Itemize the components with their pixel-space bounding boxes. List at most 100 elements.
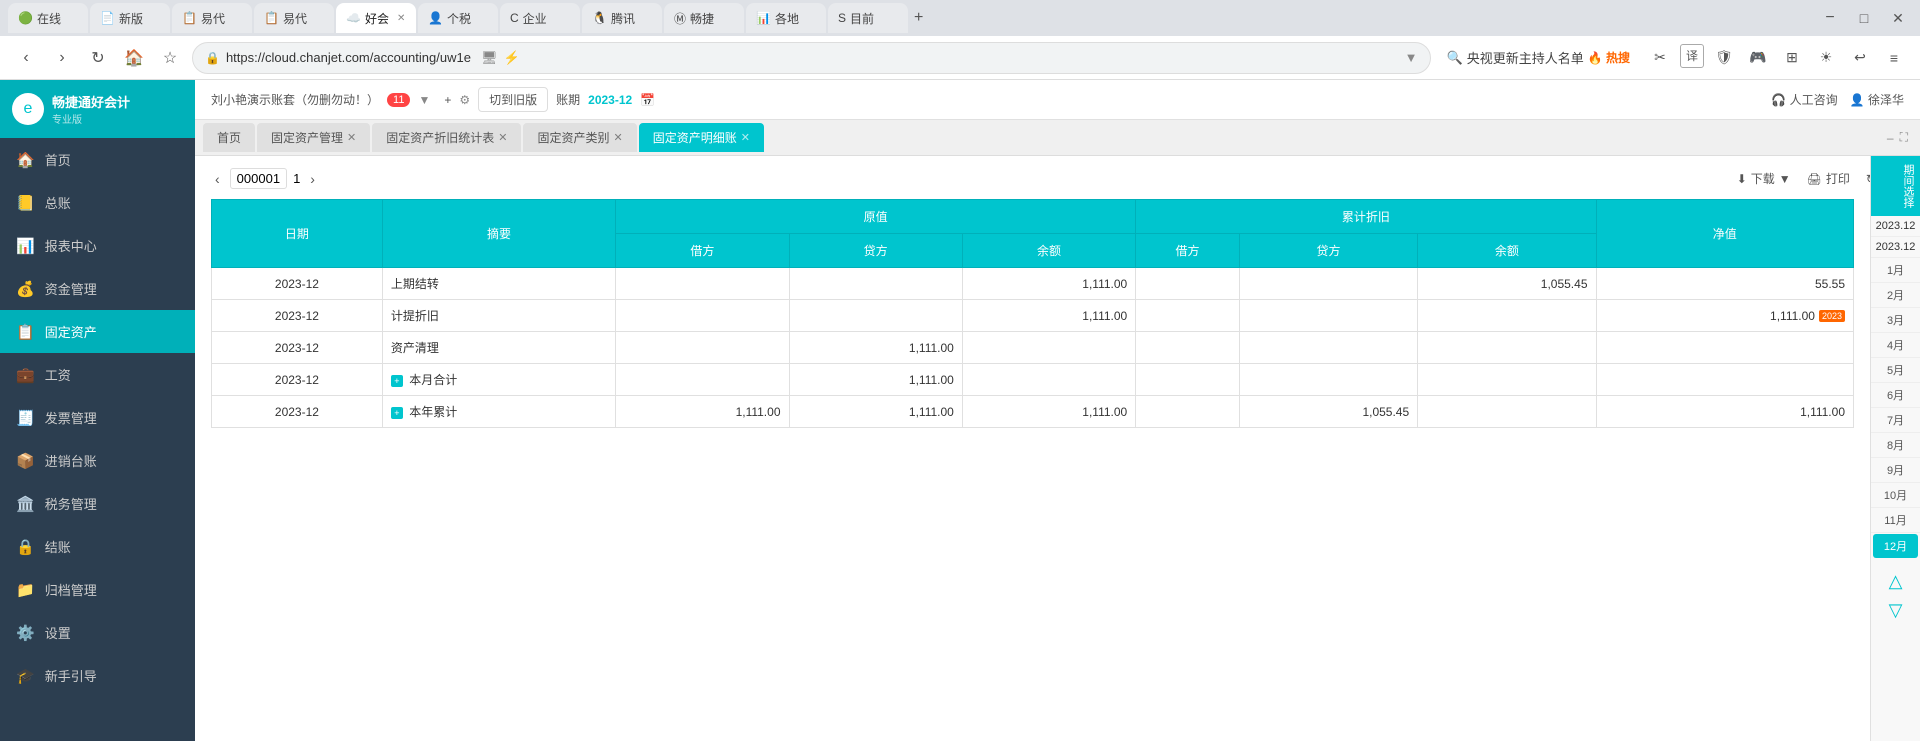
page-tab-category-close[interactable]: ✕: [614, 131, 623, 144]
period-month-1[interactable]: 1月: [1871, 258, 1920, 283]
tab-changjie[interactable]: Ⓜ 畅捷: [664, 3, 744, 33]
search-text: 央视更新主持人名单: [1467, 48, 1584, 67]
period-month-12-active[interactable]: 12月: [1873, 534, 1918, 558]
sidebar-item-tax[interactable]: 🏛️ 税务管理: [0, 482, 195, 525]
cell-orig-credit-5: 1,111.00: [789, 396, 962, 428]
tab-zaixin[interactable]: 🟢 在线: [8, 3, 88, 33]
sidebar-item-ledger[interactable]: 📒 总账: [0, 181, 195, 224]
period-2023-12-second[interactable]: 2023.12: [1871, 237, 1920, 258]
sidebar-item-close-accounts[interactable]: 🔒 结账: [0, 525, 195, 568]
row-icon-5: +: [391, 407, 403, 419]
tab-xinban[interactable]: 📄 新版: [90, 3, 170, 33]
settings-small-icon[interactable]: ⚙: [459, 93, 470, 107]
period-month-9[interactable]: 9月: [1871, 458, 1920, 483]
period-month-11[interactable]: 11月: [1871, 508, 1920, 533]
page-tab-depreciation-stats[interactable]: 固定资产折旧统计表 ✕: [372, 123, 521, 152]
back-button[interactable]: ‹: [12, 44, 40, 72]
prev-page-button[interactable]: ‹: [211, 169, 224, 189]
maximize-button[interactable]: □: [1850, 4, 1878, 32]
tab-yidai1[interactable]: 📋 易代: [172, 3, 252, 33]
notification-badge[interactable]: 11: [387, 93, 410, 107]
page-tab-ledger-close[interactable]: ✕: [741, 131, 750, 144]
tab-gedi[interactable]: 📊 各地: [746, 3, 826, 33]
period-month-10[interactable]: 10月: [1871, 483, 1920, 508]
home-button[interactable]: 🏠: [120, 44, 148, 72]
sidebar-item-home[interactable]: 🏠 首页: [0, 138, 195, 181]
sidebar-nav: 🏠 首页 📒 总账 📊 报表中心 💰 资金管理 📋 固定资产 💼 工资: [0, 138, 195, 741]
tab-qiye[interactable]: C 企业: [500, 3, 580, 33]
dropdown-arrow[interactable]: ▼: [418, 93, 430, 107]
page-tab-home[interactable]: 首页: [203, 123, 255, 152]
period-2023-12-top[interactable]: 2023.12: [1871, 216, 1920, 237]
tab-haohui[interactable]: ☁️ 好会 ✕: [336, 3, 416, 33]
scissors-icon[interactable]: ✂: [1646, 44, 1674, 72]
period-month-5[interactable]: 5月: [1871, 358, 1920, 383]
tab-tengxun[interactable]: 🐧 腾讯: [582, 3, 662, 33]
close-button[interactable]: ✕: [1884, 4, 1912, 32]
undo-icon[interactable]: ↩: [1846, 44, 1874, 72]
content-minimize-button[interactable]: –: [1887, 131, 1894, 145]
theme-icon[interactable]: ☀: [1812, 44, 1840, 72]
sidebar-item-purchase[interactable]: 📦 进销台账: [0, 439, 195, 482]
table-row: 2023-12 计提折旧 1,111.00 1,111.00: [212, 300, 1854, 332]
page-tab-fixed-assets-mgmt[interactable]: 固定资产管理 ✕: [257, 123, 370, 152]
calendar-icon[interactable]: 📅: [640, 93, 655, 107]
sidebar-item-archive[interactable]: 📁 归档管理: [0, 568, 195, 611]
page-tab-asset-ledger[interactable]: 固定资产明细账 ✕: [639, 123, 764, 152]
sidebar-item-settings[interactable]: ⚙️ 设置: [0, 611, 195, 654]
sidebar-item-funds[interactable]: 💰 资金管理: [0, 267, 195, 310]
download-button[interactable]: ⬇ 下载 ▼: [1737, 170, 1791, 187]
sidebar-item-salary[interactable]: 💼 工资: [0, 353, 195, 396]
period-month-7[interactable]: 7月: [1871, 408, 1920, 433]
search-area: 🔍 央视更新主持人名单 🔥 热搜: [1447, 48, 1630, 67]
translate-icon[interactable]: 译: [1680, 44, 1704, 68]
print-button[interactable]: 🖨 打印: [1807, 170, 1850, 187]
address-bar[interactable]: 🔒 https://cloud.chanjet.com/accounting/u…: [192, 42, 1431, 74]
period-month-2[interactable]: 2月: [1871, 283, 1920, 308]
period-month-8[interactable]: 8月: [1871, 433, 1920, 458]
top-bar-left: 刘小艳演示账套（勿删勿动！） 11 ▼ + ⚙ 切到旧版 账期 2023-12 …: [211, 87, 655, 112]
grid-icon[interactable]: ⊞: [1778, 44, 1806, 72]
content-maximize-button[interactable]: ⛶: [1900, 130, 1908, 145]
scroll-up-icon[interactable]: △: [1889, 571, 1903, 592]
tab-close-haohui[interactable]: ✕: [397, 13, 405, 24]
cell-date-1: 2023-12: [212, 268, 383, 300]
sidebar-item-reports[interactable]: 📊 报表中心: [0, 224, 195, 267]
th-dep-balance: 余额: [1418, 234, 1596, 268]
browser-chrome: 🟢 在线 📄 新版 📋 易代 📋 易代 ☁️ 好会 ✕ 👤 个税 C 企业: [0, 0, 1920, 80]
sidebar-item-fixed-assets[interactable]: 📋 固定资产: [0, 310, 195, 353]
page-tab-assets-mgmt-close[interactable]: ✕: [347, 131, 356, 144]
cell-orig-credit-2: [789, 300, 962, 332]
cell-dep-credit-5: 1,055.45: [1239, 396, 1417, 428]
period-month-6[interactable]: 6月: [1871, 383, 1920, 408]
menu-icon[interactable]: ≡: [1880, 44, 1908, 72]
forward-button[interactable]: ›: [48, 44, 76, 72]
tab-muqian[interactable]: S 目前: [828, 3, 908, 33]
new-tab-button[interactable]: +: [914, 9, 923, 27]
cell-dep-debit-4: [1136, 364, 1240, 396]
period-month-4[interactable]: 4月: [1871, 333, 1920, 358]
add-account-button[interactable]: +: [444, 93, 451, 107]
bookmark-button[interactable]: ☆: [156, 44, 184, 72]
tab-yidai2[interactable]: 📋 易代: [254, 3, 334, 33]
cell-net-5: 1,111.00: [1596, 396, 1854, 428]
headset-icon: 🎧: [1771, 93, 1786, 107]
support-button[interactable]: 🎧 人工咨询: [1771, 91, 1837, 108]
switch-version-button[interactable]: 切到旧版: [478, 87, 548, 112]
game-icon[interactable]: 🎮: [1744, 44, 1772, 72]
sidebar-item-guide[interactable]: 🎓 新手引导: [0, 654, 195, 697]
period-month-3[interactable]: 3月: [1871, 308, 1920, 333]
shield-icon[interactable]: 🛡: [1710, 44, 1738, 72]
scroll-down-icon[interactable]: ▽: [1889, 600, 1903, 621]
user-profile[interactable]: 👤 徐泽华: [1850, 91, 1904, 108]
cell-net-4: [1596, 364, 1854, 396]
tab-geshui[interactable]: 👤 个税: [418, 3, 498, 33]
page-tab-dep-stats-close[interactable]: ✕: [498, 131, 507, 144]
sidebar-label-archive: 归档管理: [45, 580, 97, 599]
next-page-button[interactable]: ›: [306, 169, 319, 189]
refresh-nav-button[interactable]: ↻: [84, 44, 112, 72]
period-panel-header[interactable]: 期间选择: [1871, 156, 1920, 216]
sidebar-item-invoice[interactable]: 🧾 发票管理: [0, 396, 195, 439]
page-tab-asset-category[interactable]: 固定资产类别 ✕: [523, 123, 636, 152]
minimize-button[interactable]: −: [1816, 4, 1844, 32]
